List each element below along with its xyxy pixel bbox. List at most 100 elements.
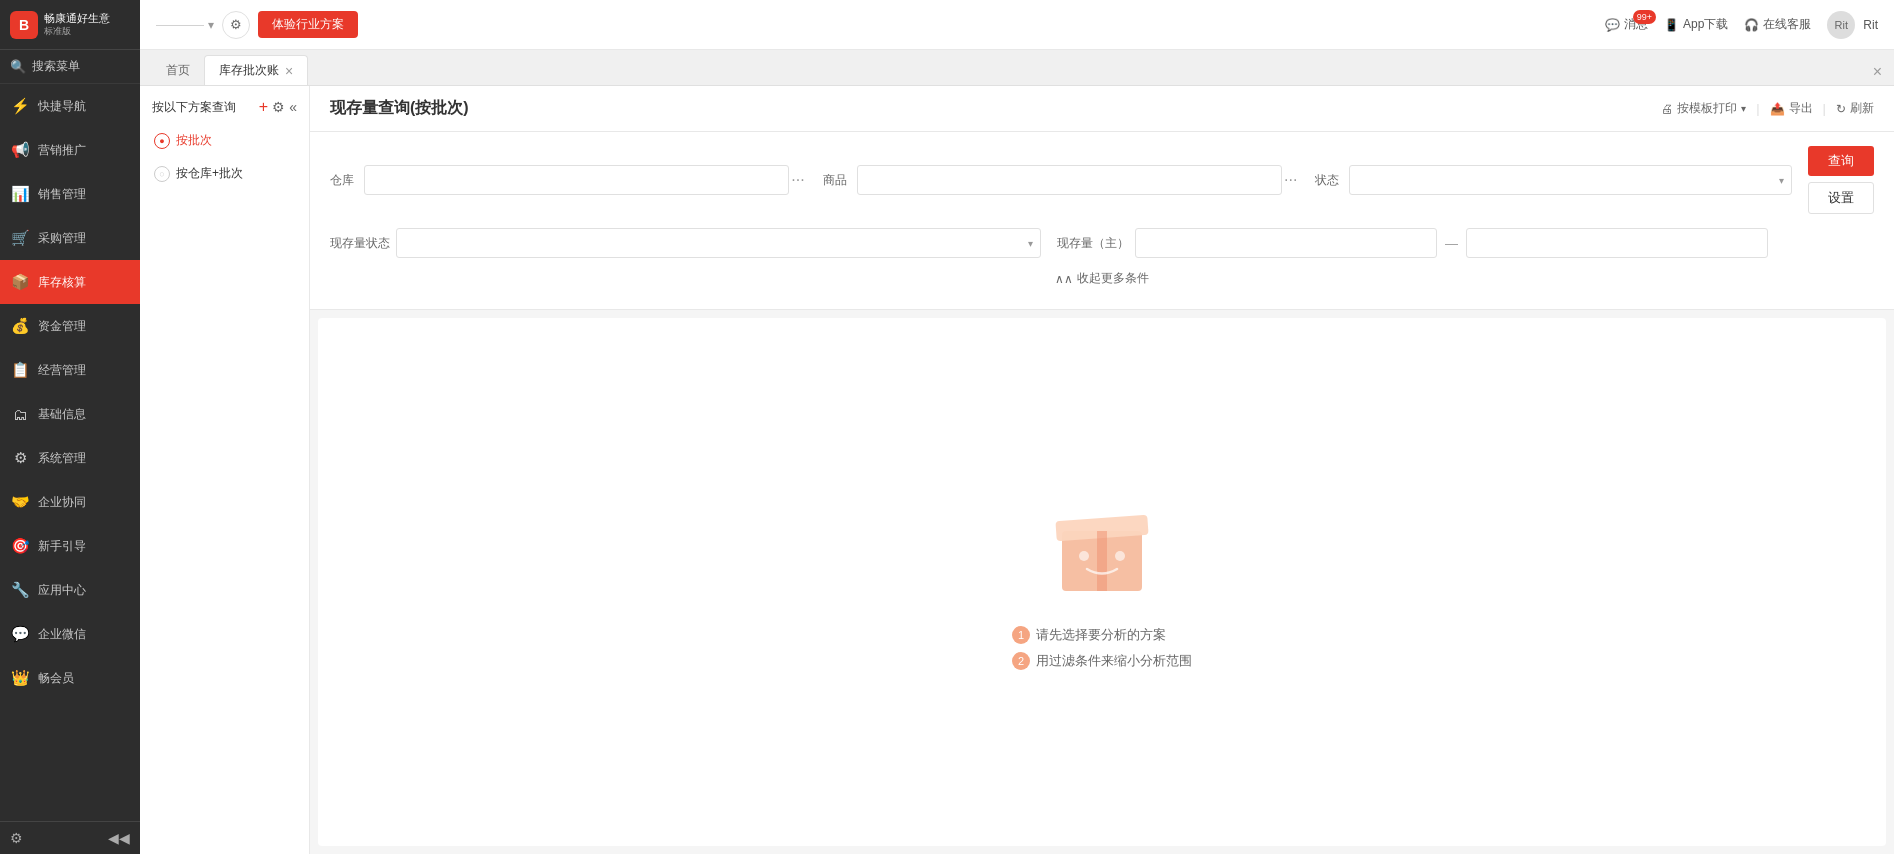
sidebar-item-system[interactable]: ⚙ 系统管理 bbox=[0, 436, 140, 480]
print-dropdown-icon[interactable]: ▾ bbox=[1741, 103, 1746, 114]
action-buttons: 查询 设置 bbox=[1808, 146, 1874, 214]
sidebar-item-label: 库存核算 bbox=[38, 274, 86, 291]
sidebar-item-guide[interactable]: 🎯 新手引导 bbox=[0, 524, 140, 568]
tab-home-label: 首页 bbox=[166, 62, 190, 79]
product-dots[interactable]: ··· bbox=[1282, 171, 1299, 189]
svg-point-4 bbox=[1115, 551, 1125, 561]
breadcrumb: ———— ▾ bbox=[156, 18, 214, 32]
operations-icon: 📋 bbox=[10, 360, 30, 380]
left-panel-actions: + ⚙ « bbox=[259, 98, 297, 116]
sidebar-item-label: 快捷导航 bbox=[38, 98, 86, 115]
warehouse-input[interactable] bbox=[364, 165, 789, 195]
sidebar-item-purchase[interactable]: 🛒 采购管理 bbox=[0, 216, 140, 260]
system-icon: ⚙ bbox=[10, 448, 30, 468]
left-panel-header: 按以下方案查询 + ⚙ « bbox=[140, 86, 309, 124]
messages-btn[interactable]: 💬 消息 99+ bbox=[1605, 16, 1648, 33]
tabbar: 首页 库存批次账 × × bbox=[140, 50, 1894, 86]
page-header-actions: 🖨 按模板打印 ▾ | 📤 导出 | ↻ bbox=[1661, 100, 1874, 117]
print-btn[interactable]: 🖨 按模板打印 ▾ bbox=[1661, 100, 1746, 117]
footer-collapse-icon[interactable]: ◀◀ bbox=[108, 830, 130, 846]
enterprise-icon: 🤝 bbox=[10, 492, 30, 512]
sidebar-item-apps[interactable]: 🔧 应用中心 bbox=[0, 568, 140, 612]
filter-row-2: 现存量状态 全部 有库存 无库存 ▾ bbox=[330, 228, 1874, 258]
export-label: 导出 bbox=[1789, 100, 1813, 117]
left-panel-title: 按以下方案查询 bbox=[152, 99, 236, 116]
basic-icon: 🗂 bbox=[10, 404, 30, 424]
trial-btn[interactable]: 体验行业方案 bbox=[258, 11, 358, 38]
panel-item-by-batch-label: 按批次 bbox=[176, 132, 212, 149]
sidebar-item-marketing[interactable]: 📢 营销推广 bbox=[0, 128, 140, 172]
scheme-settings-btn[interactable]: ⚙ bbox=[272, 99, 285, 115]
sidebar-item-wechat[interactable]: 💬 企业微信 bbox=[0, 612, 140, 656]
tab-close-icon[interactable]: × bbox=[285, 64, 293, 78]
status-label: 状态 bbox=[1315, 172, 1343, 189]
breadcrumb-text: ———— bbox=[156, 18, 204, 32]
app-download-btn[interactable]: 📱 App下载 bbox=[1664, 16, 1728, 33]
add-scheme-btn[interactable]: + bbox=[259, 98, 268, 116]
refresh-icon: ↻ bbox=[1836, 102, 1846, 116]
query-btn[interactable]: 查询 bbox=[1808, 146, 1874, 176]
empty-hint-2: 2 用过滤条件来缩小分析范围 bbox=[1012, 652, 1192, 670]
collapse-up-icon: ∧∧ bbox=[1055, 272, 1073, 286]
sidebar-item-inventory[interactable]: 📦 库存核算 bbox=[0, 260, 140, 304]
refresh-btn[interactable]: ↻ 刷新 bbox=[1836, 100, 1874, 117]
collapse-left-btn[interactable]: « bbox=[289, 99, 297, 115]
guide-icon: 🎯 bbox=[10, 536, 30, 556]
app-download-icon: 📱 bbox=[1664, 18, 1679, 32]
footer-settings-icon[interactable]: ⚙ bbox=[10, 830, 23, 846]
content-area: 按以下方案查询 + ⚙ « ● 按批次 ○ 按仓库+批次 bbox=[140, 86, 1894, 854]
filter-area: 仓库 ··· 商品 ··· 状态 bbox=[310, 132, 1894, 310]
sidebar-item-label: 经营管理 bbox=[38, 362, 86, 379]
sidebar-search[interactable]: 🔍 搜索菜单 bbox=[0, 50, 140, 84]
empty-hint-1-text: 请先选择要分析的方案 bbox=[1036, 626, 1166, 644]
sidebar-item-label: 销售管理 bbox=[38, 186, 86, 203]
sidebar-item-enterprise[interactable]: 🤝 企业协同 bbox=[0, 480, 140, 524]
sidebar-item-sales[interactable]: 📊 销售管理 bbox=[0, 172, 140, 216]
product-input[interactable] bbox=[857, 165, 1282, 195]
inventory-icon: 📦 bbox=[10, 272, 30, 292]
search-icon: 🔍 bbox=[10, 59, 26, 74]
panel-item-by-batch[interactable]: ● 按批次 bbox=[140, 124, 309, 157]
sidebar-item-label: 企业微信 bbox=[38, 626, 86, 643]
purchase-icon: 🛒 bbox=[10, 228, 30, 248]
export-btn[interactable]: 📤 导出 bbox=[1770, 100, 1813, 117]
sidebar-nav: ⚡ 快捷导航 📢 营销推广 📊 销售管理 🛒 采购管理 📦 库存核算 💰 bbox=[0, 84, 140, 821]
inventory-status-label: 现存量状态 bbox=[330, 235, 390, 252]
finance-icon: 💰 bbox=[10, 316, 30, 336]
sidebar-item-label: 企业协同 bbox=[38, 494, 86, 511]
panel-item-by-warehouse-batch-label: 按仓库+批次 bbox=[176, 165, 243, 182]
sidebar-item-shortcut[interactable]: ⚡ 快捷导航 bbox=[0, 84, 140, 128]
breadcrumb-dropdown-icon[interactable]: ▾ bbox=[208, 18, 214, 32]
sidebar-item-member[interactable]: 👑 畅会员 bbox=[0, 656, 140, 700]
sidebar-item-label: 营销推广 bbox=[38, 142, 86, 159]
topbar-settings-btn[interactable]: ⚙ bbox=[222, 11, 250, 39]
online-service-btn[interactable]: 🎧 在线客服 bbox=[1744, 16, 1811, 33]
svg-rect-2 bbox=[1097, 531, 1107, 591]
sidebar: B 畅康通好生意 标准版 🔍 搜索菜单 ⚡ 快捷导航 📢 营销推广 📊 bbox=[0, 0, 140, 854]
collapse-label: 收起更多条件 bbox=[1077, 270, 1149, 287]
inventory-qty-from[interactable] bbox=[1135, 228, 1437, 258]
user-menu[interactable]: Rit Rit bbox=[1827, 11, 1878, 39]
sidebar-item-finance[interactable]: 💰 资金管理 bbox=[0, 304, 140, 348]
collapse-btn[interactable]: ∧∧ 收起更多条件 bbox=[1055, 262, 1149, 295]
panel-item-by-warehouse-batch[interactable]: ○ 按仓库+批次 bbox=[140, 157, 309, 190]
warehouse-dots[interactable]: ··· bbox=[789, 171, 806, 189]
settings-btn[interactable]: 设置 bbox=[1808, 182, 1874, 214]
sidebar-item-label: 畅会员 bbox=[38, 670, 74, 687]
close-all-tabs[interactable]: × bbox=[1873, 63, 1882, 85]
sidebar-item-operations[interactable]: 📋 经营管理 bbox=[0, 348, 140, 392]
topbar-left: ———— ▾ ⚙ 体验行业方案 bbox=[156, 11, 358, 39]
inventory-status-filter: 现存量状态 全部 有库存 无库存 ▾ bbox=[330, 228, 1041, 258]
marketing-icon: 📢 bbox=[10, 140, 30, 160]
tab-inventory-batch[interactable]: 库存批次账 × bbox=[204, 55, 308, 85]
empty-state: 1 请先选择要分析的方案 2 用过滤条件来缩小分析范围 bbox=[318, 318, 1886, 846]
by-warehouse-batch-icon: ○ bbox=[154, 166, 170, 182]
sidebar-item-basic[interactable]: 🗂 基础信息 bbox=[0, 392, 140, 436]
inventory-qty-to[interactable] bbox=[1466, 228, 1768, 258]
status-select[interactable]: 全部 正常 停用 bbox=[1349, 165, 1792, 195]
empty-svg bbox=[1042, 486, 1162, 606]
main-area: ———— ▾ ⚙ 体验行业方案 💬 消息 99+ 📱 App下载 🎧 bbox=[140, 0, 1894, 854]
apps-icon: 🔧 bbox=[10, 580, 30, 600]
inventory-status-select[interactable]: 全部 有库存 无库存 bbox=[396, 228, 1041, 258]
tab-home[interactable]: 首页 bbox=[152, 55, 204, 85]
